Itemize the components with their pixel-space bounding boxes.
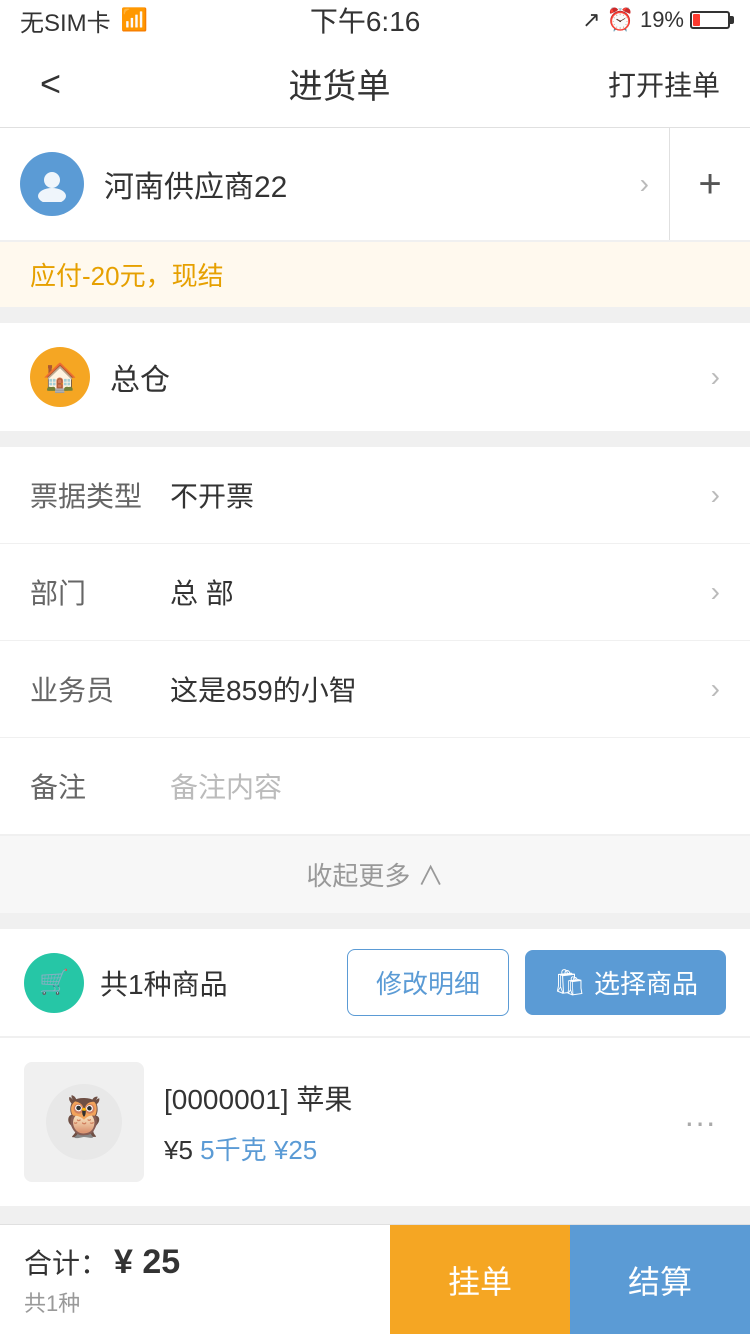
nav-bar: < 进货单 打开挂单 — [0, 40, 750, 128]
product-card: 🦉 [0000001] 苹果 ¥5 5千克 ¥25 ··· — [0, 1038, 750, 1206]
more-options-button[interactable]: ··· — [674, 1094, 726, 1151]
notice-bar: 应付-20元，现结 — [0, 242, 750, 307]
warehouse-name: 总仓 — [110, 355, 701, 399]
supplier-section: 河南供应商22 › + — [0, 128, 750, 240]
status-left: 无SIM卡 📶 — [20, 3, 148, 38]
invoice-type-row[interactable]: 票据类型 不开票 › — [0, 447, 750, 544]
salesperson-row[interactable]: 业务员 这是859的小智 › — [0, 641, 750, 738]
total-section: 合计： ¥ 25 共1种 — [0, 1225, 390, 1334]
salesperson-value: 这是859的小智 — [150, 669, 701, 709]
warehouse-selector[interactable]: 🏠 总仓 › — [0, 323, 750, 431]
back-button[interactable]: < — [30, 53, 71, 115]
status-bar: 无SIM卡 📶 下午6:16 ↗ ⏰ 19% — [0, 0, 750, 40]
product-thumbnail: 🦉 — [24, 1062, 144, 1182]
chevron-right-icon: › — [711, 361, 720, 393]
total-amount: ¥ 25 — [114, 1243, 180, 1282]
chevron-right-icon: › — [711, 576, 720, 608]
bottom-bar: 合计： ¥ 25 共1种 挂单 结算 — [0, 1224, 750, 1334]
collapse-label: 收起更多 ∧ — [306, 861, 443, 891]
product-total: ¥25 — [274, 1135, 317, 1165]
salesperson-label: 业务员 — [30, 669, 150, 709]
supplier-selector[interactable]: 河南供应商22 › — [0, 128, 670, 240]
product-count-label: 共1种商品 — [100, 963, 331, 1003]
chevron-right-icon: › — [711, 673, 720, 705]
form-section: 票据类型 不开票 › 部门 总 部 › 业务员 这是859的小智 › 备注 备注… — [0, 447, 750, 834]
product-title: 苹果 — [296, 1084, 352, 1115]
wifi-icon: 📶 — [121, 7, 148, 33]
unit-price: ¥5 — [164, 1135, 193, 1165]
location-icon: ↗ — [582, 7, 600, 33]
notice-text: 应付-20元，现结 — [30, 261, 224, 291]
hang-order-button[interactable]: 挂单 — [390, 1225, 570, 1334]
svg-text:🦉: 🦉 — [59, 1095, 109, 1139]
total-label: 合计： — [24, 1242, 108, 1282]
remark-row[interactable]: 备注 备注内容 — [0, 738, 750, 834]
product-info: [0000001] 苹果 ¥5 5千克 ¥25 — [164, 1078, 654, 1167]
warehouse-icon: 🏠 — [30, 347, 90, 407]
remark-placeholder: 备注内容 — [150, 766, 720, 806]
page-title: 进货单 — [289, 59, 391, 108]
checkout-button[interactable]: 结算 — [570, 1225, 750, 1334]
product-section-icon: 🛒 — [24, 953, 84, 1013]
product-price: ¥5 5千克 ¥25 — [164, 1130, 654, 1167]
remark-label: 备注 — [30, 766, 150, 806]
department-row[interactable]: 部门 总 部 › — [0, 544, 750, 641]
alarm-icon: ⏰ — [607, 7, 634, 33]
chevron-right-icon: › — [711, 479, 720, 511]
invoice-type-value: 不开票 — [150, 475, 701, 515]
battery-icon — [690, 11, 730, 29]
supplier-name: 河南供应商22 — [104, 162, 630, 206]
chevron-right-icon: › — [640, 168, 649, 200]
supplier-avatar — [20, 152, 84, 216]
select-product-button[interactable]: 🛍 选择商品 — [525, 950, 726, 1015]
open-hang-button[interactable]: 打开挂单 — [608, 64, 720, 104]
department-label: 部门 — [30, 572, 150, 612]
status-time: 下午6:16 — [310, 0, 421, 40]
product-name: [0000001] 苹果 — [164, 1078, 654, 1118]
battery-percent: 19% — [640, 7, 684, 33]
carrier-text: 无SIM卡 — [20, 3, 111, 38]
status-right: ↗ ⏰ 19% — [582, 7, 730, 33]
cart-icon: 🛍 — [553, 967, 586, 998]
add-supplier-button[interactable]: + — [670, 128, 750, 240]
department-value: 总 部 — [150, 572, 701, 612]
total-count: 共1种 — [24, 1286, 366, 1318]
invoice-type-label: 票据类型 — [30, 475, 150, 515]
edit-detail-button[interactable]: 修改明细 — [347, 949, 509, 1016]
product-code: [0000001] — [164, 1084, 289, 1115]
collapse-bar[interactable]: 收起更多 ∧ — [0, 836, 750, 913]
quantity: 5千克 — [200, 1135, 266, 1165]
product-header: 🛒 共1种商品 修改明细 🛍 选择商品 — [0, 929, 750, 1036]
